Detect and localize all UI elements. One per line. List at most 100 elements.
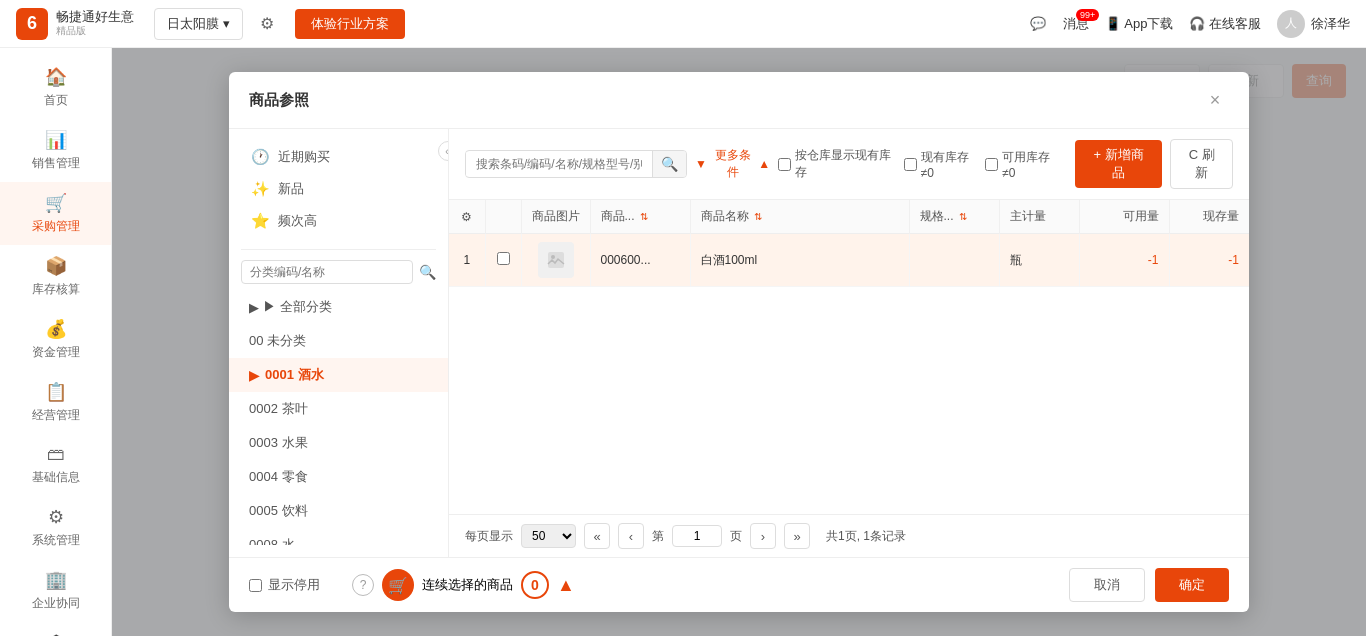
svg-point-1 [551,255,555,259]
product-search-combo: 🔍 [465,150,687,178]
modal-title: 商品参照 [249,91,1201,110]
trial-btn[interactable]: 体验行业方案 [295,9,405,39]
new-icon: ✨ [251,180,270,198]
check-available-nonzero[interactable]: 现有库存≠0 [904,149,978,180]
cat-0002[interactable]: 0002 茶叶 [229,392,448,426]
modal-header: 商品参照 × [229,72,1249,129]
cat-0004-label: 0004 零食 [249,468,308,486]
gear-button[interactable]: ⚙ [251,8,283,40]
cancel-btn[interactable]: 取消 [1069,568,1145,602]
modal-right-panel: 🔍 ▼ 更多条件 ▲ 按仓库显示现有库存 [449,129,1249,557]
inventory-icon: 📦 [45,255,67,277]
col-name-header[interactable]: 商品名称 ⇅ [690,200,909,234]
col-spec-header[interactable]: 规格... ⇅ [909,200,999,234]
usable-checkbox[interactable] [985,158,998,171]
col-img-header: 商品图片 [521,200,590,234]
collapse-cart-btn[interactable]: ▲ [557,575,575,596]
sidebar-label-purchase: 采购管理 [32,218,80,235]
row-avail: -1 [1079,234,1169,287]
col-settings[interactable]: ⚙ [449,200,485,234]
sidebar-item-enterprise[interactable]: 🏢 企业协同 [0,559,111,622]
sidebar-item-guide[interactable]: 🎓 新手引导 [0,622,111,636]
quick-new[interactable]: ✨ 新品 [241,173,436,205]
app-download[interactable]: 📱 App下载 [1105,15,1173,33]
table-row[interactable]: 1 000600... 白酒100ml 瓶 -1 -1 [449,234,1249,287]
col-checkbox [485,200,521,234]
quick-freq[interactable]: ⭐ 频次高 [241,205,436,237]
product-reference-modal: 商品参照 × 🕐 近期购买 ✨ 新 [229,72,1249,612]
sort-icon-name: ⇅ [754,211,762,222]
cat-0008[interactable]: 0008 水 [229,528,448,545]
filter-label: 更多条件 [711,147,754,181]
modal-close-btn[interactable]: × [1201,86,1229,114]
per-page-label: 每页显示 [465,528,513,545]
col-code-header[interactable]: 商品... ⇅ [590,200,690,234]
refresh-btn[interactable]: C 刷新 [1170,139,1233,189]
add-product-btn[interactable]: + 新增商品 [1075,140,1162,188]
cart-icon[interactable]: 🛒 [382,569,414,601]
confirm-btn[interactable]: 确定 [1155,568,1229,602]
first-page-btn[interactable]: « [584,523,610,549]
cat-all[interactable]: ▶ ▶ 全部分类 [229,290,448,324]
filter-btn[interactable]: ▼ 更多条件 ▲ [695,147,770,181]
sidebar-label-finance: 资金管理 [32,344,80,361]
sidebar-item-ops[interactable]: 📋 经营管理 [0,371,111,434]
modal-body: 🕐 近期购买 ✨ 新品 ⭐ 频次高 « [229,129,1249,557]
sidebar-item-purchase[interactable]: 🛒 采购管理 [0,182,111,245]
row-check[interactable] [485,234,521,287]
cat-0005-label: 0005 饮料 [249,502,308,520]
next-page-btn[interactable]: › [750,523,776,549]
finance-icon: 💰 [45,318,67,340]
filter-icon: ▼ [695,157,707,171]
product-search-btn[interactable]: 🔍 [652,151,686,177]
page-label: 第 [652,528,664,545]
sidebar-item-system[interactable]: ⚙ 系统管理 [0,496,111,559]
prev-page-btn[interactable]: ‹ [618,523,644,549]
help-icon[interactable]: ? [352,574,374,596]
category-search-icon[interactable]: 🔍 [419,264,436,280]
store-selector[interactable]: 日太阳膜 ▾ [154,8,243,40]
cat-0008-label: 0008 水 [249,536,295,545]
total-info: 共1页, 1条记录 [826,528,906,545]
enterprise-icon: 🏢 [45,569,67,591]
message-badge[interactable]: 💬 99+ 消息 [1030,15,1090,33]
cat-00[interactable]: 00 未分类 [229,324,448,358]
sidebar-item-finance[interactable]: 💰 资金管理 [0,308,111,371]
user-area[interactable]: 人 徐泽华 [1277,10,1350,38]
main-content: 设置 刷新 查询 商品参照 × 🕐 [112,48,1366,636]
online-service[interactable]: 🎧 在线客服 [1189,15,1261,33]
cat-0002-label: 0002 茶叶 [249,400,308,418]
category-search-input[interactable] [241,260,413,284]
last-page-btn[interactable]: » [784,523,810,549]
check-usable-nonzero[interactable]: 可用库存≠0 [985,149,1059,180]
sidebar-item-base[interactable]: 🗃 基础信息 [0,434,111,496]
warehouse-checkbox[interactable] [778,158,791,171]
row-stock: -1 [1169,234,1249,287]
cat-0005[interactable]: 0005 饮料 [229,494,448,528]
sidebar-item-home[interactable]: 🏠 首页 [0,56,111,119]
sidebar-item-inventory[interactable]: 📦 库存核算 [0,245,111,308]
sidebar-item-sales[interactable]: 📊 销售管理 [0,119,111,182]
page-input[interactable] [672,525,722,547]
product-table-body: 1 000600... 白酒100ml 瓶 -1 -1 [449,234,1249,287]
cat-0003-label: 0003 水果 [249,434,308,452]
available-checkbox[interactable] [904,158,917,171]
product-search-input[interactable] [466,152,652,176]
sidebar-label-enterprise: 企业协同 [32,595,80,612]
cat-0003[interactable]: 0003 水果 [229,426,448,460]
cat-0001[interactable]: ▶ 0001 酒水 [229,358,448,392]
quick-recent[interactable]: 🕐 近期购买 [241,141,436,173]
page-suffix: 页 [730,528,742,545]
cat-0004[interactable]: 0004 零食 [229,460,448,494]
filter-arrow-icon: ▲ [758,157,770,171]
show-disabled-checkbox[interactable] [249,579,262,592]
quick-access: 🕐 近期购买 ✨ 新品 ⭐ 频次高 [229,141,448,245]
per-page-select[interactable]: 50 100 200 [521,524,576,548]
col-unit-header[interactable]: 主计量 [999,200,1079,234]
username: 徐泽华 [1311,15,1350,33]
show-disabled-label[interactable]: 显示停用 [249,576,320,594]
guide-icon: 🎓 [45,632,67,636]
sidebar-label-ops: 经营管理 [32,407,80,424]
check-warehouse[interactable]: 按仓库显示现有库存 [778,147,896,181]
modal-overlay: 商品参照 × 🕐 近期购买 ✨ 新 [112,48,1366,636]
